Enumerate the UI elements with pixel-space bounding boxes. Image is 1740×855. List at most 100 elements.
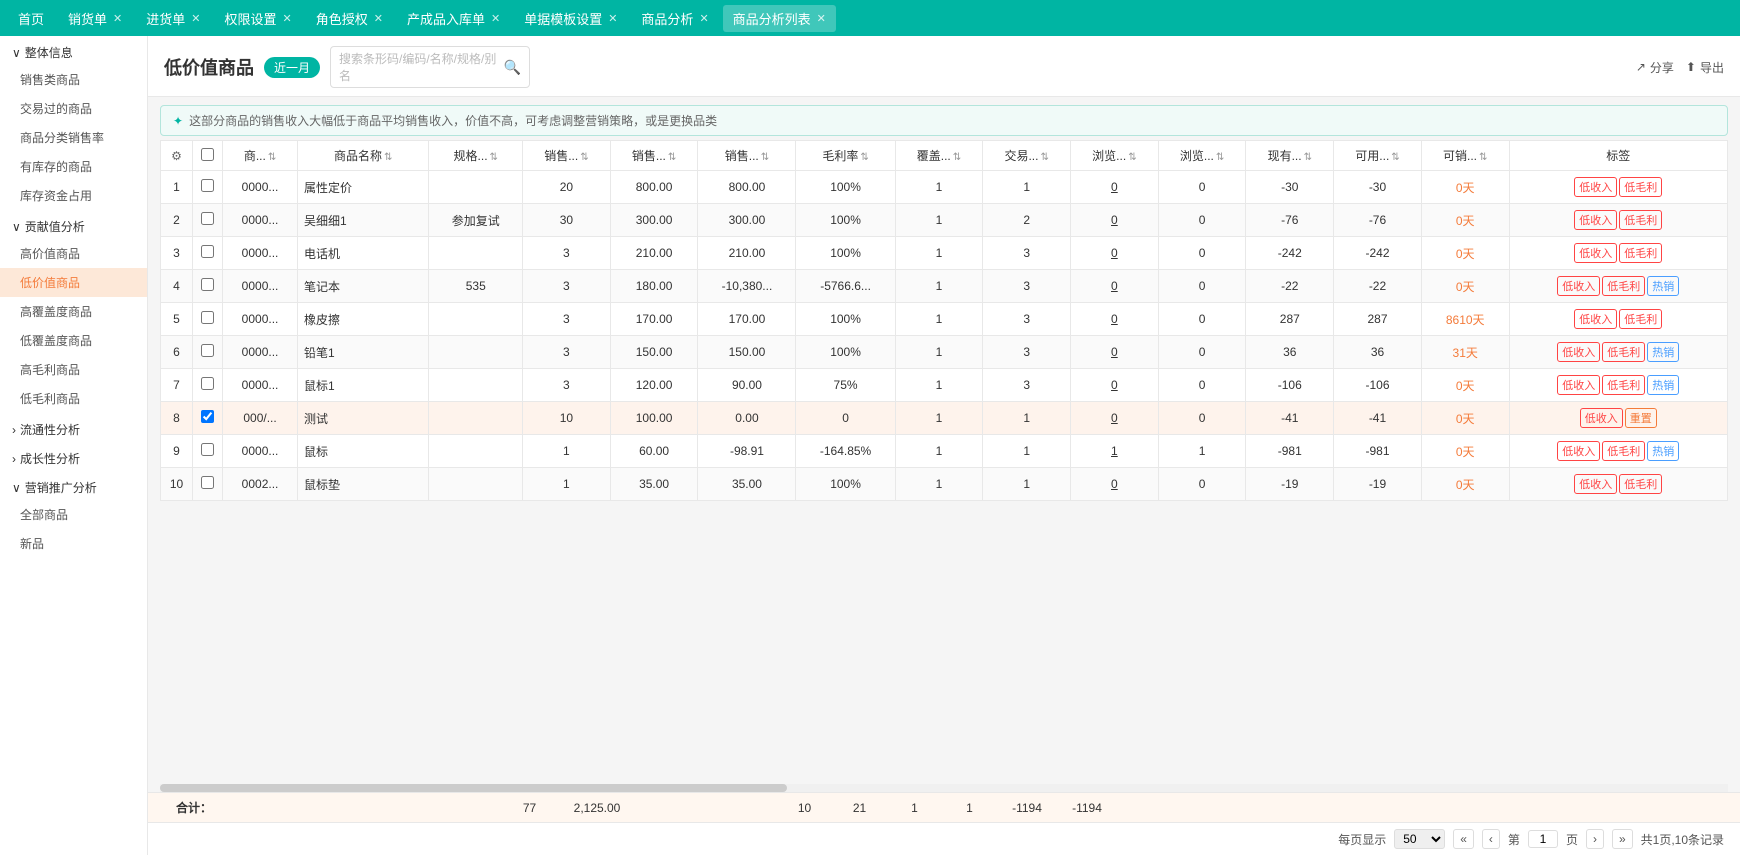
nav-close-template[interactable]: ✕ [608, 12, 617, 25]
cell-browse1[interactable]: 0 [1071, 369, 1159, 402]
cell-browse1[interactable]: 0 [1071, 171, 1159, 204]
next-page-button[interactable]: › [1586, 829, 1604, 849]
row-checkbox[interactable] [201, 179, 214, 192]
row-checkbox[interactable] [201, 410, 214, 423]
nav-close-permission[interactable]: ✕ [283, 12, 292, 25]
cell-name[interactable]: 橡皮擦 [298, 303, 429, 336]
row-checkbox[interactable] [201, 245, 214, 258]
cell-checkbox[interactable] [193, 237, 223, 270]
nav-close-goods-list[interactable]: ✕ [817, 12, 826, 25]
page-size-select[interactable]: 50 100 200 [1394, 829, 1445, 849]
cell-checkbox[interactable] [193, 369, 223, 402]
nav-home[interactable]: 首页 [8, 5, 54, 32]
sidebar-group-circulation[interactable]: › 流通性分析 [0, 413, 147, 442]
cell-checkbox[interactable] [193, 468, 223, 501]
cell-name[interactable]: 电话机 [298, 237, 429, 270]
page-number-input[interactable] [1528, 830, 1558, 848]
cell-checkbox[interactable] [193, 303, 223, 336]
cell-name[interactable]: 属性定价 [298, 171, 429, 204]
nav-goods-analysis[interactable]: 商品分析 ✕ [631, 5, 718, 32]
sidebar-item-high-value[interactable]: 高价值商品 [0, 239, 147, 268]
sidebar-item-low-value[interactable]: 低价值商品 [0, 268, 147, 297]
nav-goods-analysis-list[interactable]: 商品分析列表 ✕ [723, 5, 836, 32]
col-settings[interactable]: ⚙ [161, 141, 193, 171]
nav-close-goods-analysis[interactable]: ✕ [699, 12, 708, 25]
info-banner: ✦ 这部分商品的销售收入大幅低于商品平均销售收入，价值不高，可考虑调整营销策略，… [160, 105, 1728, 136]
scrollbar-thumb[interactable] [160, 784, 787, 792]
prev-page-button[interactable]: ‹ [1482, 829, 1500, 849]
row-checkbox[interactable] [201, 344, 214, 357]
sidebar-item-low-margin[interactable]: 低毛利商品 [0, 384, 147, 413]
nav-purchase-order[interactable]: 进货单 ✕ [136, 5, 210, 32]
sidebar-item-high-coverage[interactable]: 高覆盖度商品 [0, 297, 147, 326]
sidebar-item-category-rate[interactable]: 商品分类销售率 [0, 123, 147, 152]
sidebar-group-growth[interactable]: › 成长性分析 [0, 442, 147, 471]
nav-template-settings[interactable]: 单据模板设置 ✕ [514, 5, 627, 32]
sidebar-item-sales-goods[interactable]: 销售类商品 [0, 65, 147, 94]
cell-browse1[interactable]: 1 [1071, 435, 1159, 468]
cell-checkbox[interactable] [193, 204, 223, 237]
cell-checkbox[interactable] [193, 435, 223, 468]
filter-recent-month-button[interactable]: 近一月 [264, 57, 320, 78]
export-button[interactable]: ⬆ 导出 [1686, 59, 1724, 76]
select-all-checkbox[interactable] [201, 148, 214, 161]
nav-close-role-auth[interactable]: ✕ [374, 12, 383, 25]
search-icon[interactable]: 🔍 [504, 59, 521, 76]
sidebar-item-low-coverage[interactable]: 低覆盖度商品 [0, 326, 147, 355]
cell-cover: 1 [895, 237, 983, 270]
cell-name[interactable]: 鼠标垫 [298, 468, 429, 501]
cell-no: 3 [161, 237, 193, 270]
page-title: 低价值商品 [164, 54, 254, 80]
sidebar-group-contribution[interactable]: ∨ 贡献值分析 [0, 210, 147, 239]
row-checkbox[interactable] [201, 212, 214, 225]
nav-sales-order[interactable]: 销货单 ✕ [58, 5, 132, 32]
settings-icon[interactable]: ⚙ [171, 149, 182, 163]
cell-checkbox[interactable] [193, 270, 223, 303]
sidebar-group-marketing[interactable]: ∨ 营销推广分析 [0, 471, 147, 500]
sidebar-item-stock-fund[interactable]: 库存资金占用 [0, 181, 147, 210]
cell-browse1[interactable]: 0 [1071, 303, 1159, 336]
sidebar-item-traded-goods[interactable]: 交易过的商品 [0, 94, 147, 123]
table-container[interactable]: ⚙ 商...⇅ 商品名称⇅ 规格...⇅ 销售...⇅ 销售...⇅ 销售...… [148, 140, 1740, 784]
cell-gross: 100% [796, 237, 895, 270]
cell-name[interactable]: 吴细细1 [298, 204, 429, 237]
cell-name[interactable]: 鼠标1 [298, 369, 429, 402]
sidebar-item-all-goods[interactable]: 全部商品 [0, 500, 147, 529]
row-checkbox[interactable] [201, 476, 214, 489]
search-box[interactable]: 搜索条形码/编码/名称/规格/别名 🔍 [330, 46, 530, 88]
nav-close-product-inbound[interactable]: ✕ [491, 12, 500, 25]
nav-product-inbound[interactable]: 产成品入库单 ✕ [397, 5, 510, 32]
share-button[interactable]: ↗ 分享 [1636, 59, 1674, 76]
sidebar-item-stock-goods[interactable]: 有库存的商品 [0, 152, 147, 181]
row-checkbox[interactable] [201, 311, 214, 324]
nav-close-purchase-order[interactable]: ✕ [191, 12, 200, 25]
sidebar-group-overall[interactable]: ∨ 整体信息 [0, 36, 147, 65]
first-page-button[interactable]: « [1453, 829, 1474, 849]
last-page-button[interactable]: » [1612, 829, 1633, 849]
tag-低收入: 低收入 [1557, 276, 1600, 296]
cell-browse1[interactable]: 0 [1071, 270, 1159, 303]
nav-permission-settings[interactable]: 权限设置 ✕ [214, 5, 301, 32]
nav-close-sales-order[interactable]: ✕ [113, 12, 122, 25]
row-checkbox[interactable] [201, 377, 214, 390]
cell-checkbox[interactable] [193, 336, 223, 369]
sidebar-item-new-goods[interactable]: 新品 [0, 529, 147, 558]
col-checkbox[interactable] [193, 141, 223, 171]
horizontal-scrollbar[interactable] [160, 784, 1728, 792]
cell-name[interactable]: 测试 [298, 402, 429, 435]
row-checkbox[interactable] [201, 278, 214, 291]
cell-browse1[interactable]: 0 [1071, 336, 1159, 369]
cell-name[interactable]: 铅笔1 [298, 336, 429, 369]
cell-name[interactable]: 笔记本 [298, 270, 429, 303]
nav-role-auth[interactable]: 角色授权 ✕ [306, 5, 393, 32]
cell-browse1[interactable]: 0 [1071, 204, 1159, 237]
sidebar-item-high-margin[interactable]: 高毛利商品 [0, 355, 147, 384]
cell-name[interactable]: 鼠标 [298, 435, 429, 468]
cell-checkbox[interactable] [193, 171, 223, 204]
cell-browse1[interactable]: 0 [1071, 237, 1159, 270]
cell-browse1[interactable]: 0 [1071, 402, 1159, 435]
row-checkbox[interactable] [201, 443, 214, 456]
cell-browse1[interactable]: 0 [1071, 468, 1159, 501]
cell-checkbox[interactable] [193, 402, 223, 435]
cell-cover: 1 [895, 402, 983, 435]
